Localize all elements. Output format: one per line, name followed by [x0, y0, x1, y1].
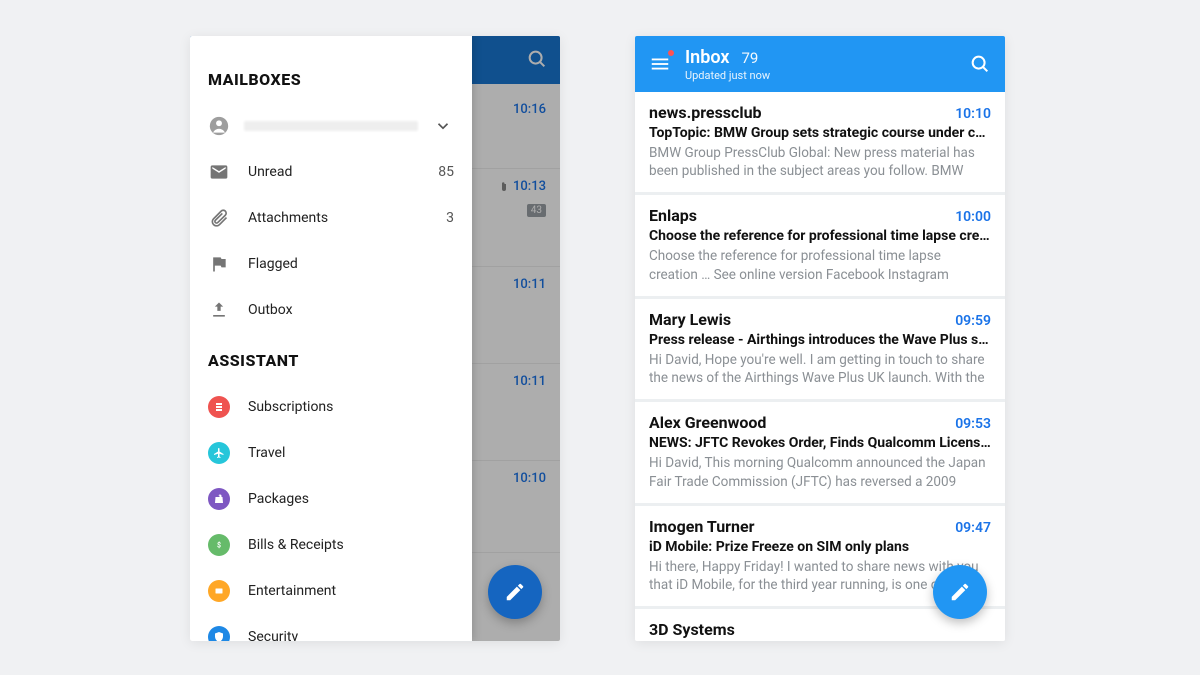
account-row[interactable]	[190, 103, 472, 149]
drawer-item-label: Attachments	[248, 210, 428, 226]
email-item[interactable]: news.pressclub 10:10 TopTopic: BMW Group…	[635, 92, 1005, 192]
email-preview: Hi David, This morning Qualcomm announce…	[649, 454, 991, 490]
section-heading-mailboxes: MAILBOXES	[190, 60, 472, 103]
chevron-down-icon[interactable]	[432, 115, 454, 137]
inbox-subtitle: Updated just now	[685, 69, 955, 82]
email-subject: iD Mobile: Prize Freeze on SIM only plan…	[649, 539, 991, 555]
section-heading-assistant: ASSISTANT	[190, 333, 472, 384]
account-icon	[208, 115, 230, 137]
email-sender: Alex Greenwood	[649, 413, 766, 432]
drawer-item-label: Packages	[248, 491, 454, 507]
compose-fab[interactable]	[488, 565, 542, 619]
packages-icon	[208, 488, 230, 510]
shield-icon	[208, 626, 230, 641]
drawer-item-outbox[interactable]: Outbox	[190, 287, 472, 333]
email-time: 09:53	[955, 416, 991, 432]
assistant-item-travel[interactable]: Travel	[190, 430, 472, 476]
email-preview: BMW Group PressClub Global: New press ma…	[649, 144, 991, 180]
drawer-item-count: 3	[446, 210, 454, 226]
assistant-item-entertainment[interactable]: Entertainment	[190, 568, 472, 614]
inbox-list[interactable]: news.pressclub 10:10 TopTopic: BMW Group…	[635, 92, 1005, 641]
email-subject: Press release - Airthings introduces the…	[649, 332, 991, 348]
email-time: 10:00	[955, 209, 991, 225]
email-sender: 3D Systems	[649, 620, 735, 639]
assistant-item-subscriptions[interactable]: Subscriptions	[190, 384, 472, 430]
email-item[interactable]: Enlaps 10:00 Choose the reference for pr…	[635, 195, 1005, 295]
menu-icon	[649, 53, 671, 75]
appbar-title-block: Inbox 79 Updated just now	[685, 47, 955, 82]
drawer-item-label: Travel	[248, 445, 454, 461]
assistant-item-bills[interactable]: $ Bills & Receipts	[190, 522, 472, 568]
travel-icon	[208, 442, 230, 464]
pencil-icon	[504, 581, 526, 603]
bills-icon: $	[208, 534, 230, 556]
pencil-icon	[949, 581, 971, 603]
flag-icon	[208, 253, 230, 275]
notification-dot-icon	[668, 50, 674, 56]
email-sender: Imogen Turner	[649, 517, 755, 536]
assistant-item-security[interactable]: Security	[190, 614, 472, 641]
attachment-icon	[208, 207, 230, 229]
left-screenshot: 10:16 to your If you did n… 10:13 43 Cho…	[190, 36, 560, 641]
drawer-item-label: Flagged	[248, 256, 436, 272]
inbox-title: Inbox	[685, 47, 729, 68]
drawer-item-label: Outbox	[248, 302, 436, 318]
drawer-item-label: Security	[248, 629, 454, 641]
email-time: 09:59	[955, 313, 991, 329]
email-sender: Enlaps	[649, 206, 697, 225]
assistant-item-packages[interactable]: Packages	[190, 476, 472, 522]
drawer-item-label: Subscriptions	[248, 399, 454, 415]
email-preview: Hi David, Hope you're well. I am getting…	[649, 351, 991, 387]
right-screenshot: Inbox 79 Updated just now news.pressclub…	[635, 36, 1005, 641]
drawer-item-attachments[interactable]: Attachments 3	[190, 195, 472, 241]
compose-fab[interactable]	[933, 565, 987, 619]
search-icon	[969, 53, 991, 75]
drawer-item-label: Bills & Receipts	[248, 537, 454, 553]
svg-text:$: $	[217, 542, 221, 550]
nav-drawer: MAILBOXES Unread 85 Attachments 3 Flagge…	[190, 36, 472, 641]
inbox-appbar: Inbox 79 Updated just now	[635, 36, 1005, 92]
account-email-redacted	[244, 121, 418, 131]
mail-icon	[208, 161, 230, 183]
inbox-count: 79	[741, 49, 758, 67]
drawer-item-flagged[interactable]: Flagged	[190, 241, 472, 287]
email-time: 10:10	[955, 106, 991, 122]
email-subject: NEWS: JFTC Revokes Order, Finds Qualcomm…	[649, 435, 991, 451]
outbox-icon	[208, 299, 230, 321]
email-subject: Choose the reference for professional ti…	[649, 228, 991, 244]
drawer-item-label: Entertainment	[248, 583, 454, 599]
menu-button[interactable]	[649, 53, 671, 75]
email-sender: Mary Lewis	[649, 310, 731, 329]
email-sender: news.pressclub	[649, 103, 762, 122]
subscriptions-icon	[208, 396, 230, 418]
email-preview: Choose the reference for professional ti…	[649, 247, 991, 283]
drawer-item-label: Unread	[248, 164, 420, 180]
email-time: 09:47	[955, 520, 991, 536]
email-subject: TopTopic: BMW Group sets strategic cours…	[649, 125, 991, 141]
drawer-item-count: 85	[438, 164, 454, 180]
drawer-item-unread[interactable]: Unread 85	[190, 149, 472, 195]
entertainment-icon	[208, 580, 230, 602]
email-item[interactable]: Alex Greenwood 09:53 NEWS: JFTC Revokes …	[635, 402, 1005, 502]
search-button[interactable]	[969, 53, 991, 75]
email-item[interactable]: Mary Lewis 09:59 Press release - Airthin…	[635, 299, 1005, 399]
